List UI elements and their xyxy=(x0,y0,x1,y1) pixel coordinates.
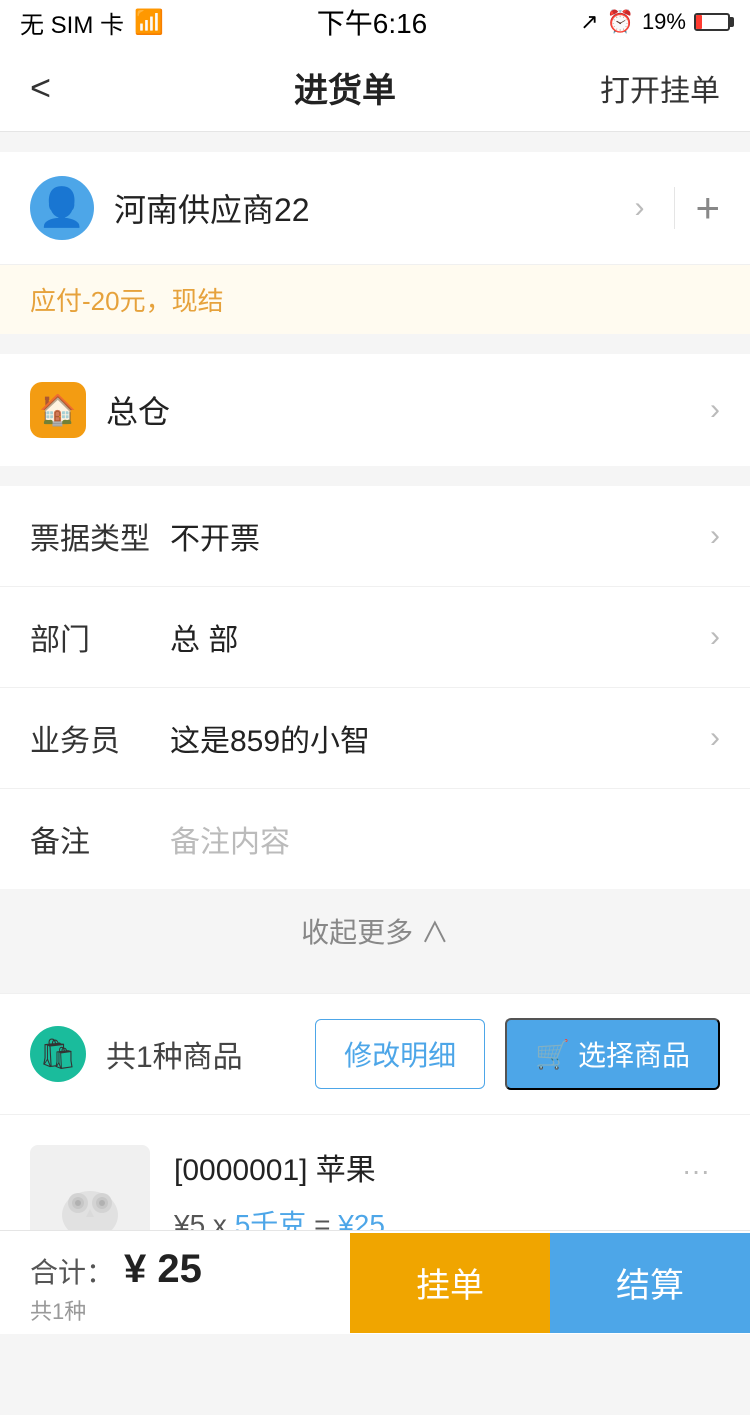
warehouse-chevron-icon: › xyxy=(710,393,720,427)
department-label: 部门 xyxy=(30,615,150,659)
sales-chevron-icon: › xyxy=(710,721,720,755)
section-gap-1 xyxy=(0,132,750,152)
invoice-type-row[interactable]: 票据类型 不开票 › xyxy=(0,486,750,586)
location-icon: ↗ xyxy=(580,9,598,35)
alarm-icon: ⏰ xyxy=(607,9,634,35)
product-more-button[interactable]: ··· xyxy=(672,1145,720,1197)
status-right: ↗ ⏰ 19% xyxy=(580,9,730,35)
section-gap-2 xyxy=(0,334,750,354)
salesperson-value: 这是859的小智 xyxy=(150,716,710,760)
wifi-icon: 📶 xyxy=(134,8,164,37)
section-gap-4 xyxy=(0,973,750,993)
supplier-row[interactable]: 👤 河南供应商22 › + xyxy=(0,152,750,265)
open-pending-button[interactable]: 打开挂单 xyxy=(600,66,720,110)
supplier-name: 河南供应商22 xyxy=(114,185,634,231)
status-time: 下午6:16 xyxy=(317,2,428,42)
status-left: 无 SIM 卡 📶 xyxy=(20,5,164,40)
payment-info-banner: 应付-20元，现结 xyxy=(0,265,750,334)
warehouse-icon: 🏠 xyxy=(30,382,86,438)
supplier-chevron-icon: › xyxy=(634,191,644,225)
invoice-chevron-icon: › xyxy=(710,519,720,553)
footer-total: 合计： ¥ 25 共1种 xyxy=(0,1231,350,1334)
form-section: 票据类型 不开票 › 部门 总 部 › 业务员 这是859的小智 › 备注 备注… xyxy=(0,486,750,889)
collapse-toggle[interactable]: 收起更多 ∧ xyxy=(0,889,750,973)
invoice-type-value: 不开票 xyxy=(150,514,710,558)
select-product-button[interactable]: 🛒 选择商品 xyxy=(505,1018,720,1090)
supplier-avatar: 👤 xyxy=(30,176,94,240)
dept-chevron-icon: › xyxy=(710,620,720,654)
product-name: [0000001] 苹果 xyxy=(174,1145,648,1189)
footer: 合计： ¥ 25 共1种 挂单 结算 xyxy=(0,1230,750,1334)
select-product-label: 选择商品 xyxy=(578,1034,690,1074)
products-icon: 🛍 xyxy=(30,1026,86,1082)
total-amount: ¥ 25 xyxy=(124,1247,202,1292)
department-row[interactable]: 部门 总 部 › xyxy=(0,586,750,687)
product-info: [0000001] 苹果 ¥5 x 5千克 = ¥25 xyxy=(174,1145,648,1243)
total-label: 合计： xyxy=(30,1251,114,1291)
products-header: 🛍 共1种商品 修改明细 🛒 选择商品 xyxy=(0,993,750,1114)
carrier-label: 无 SIM 卡 xyxy=(20,5,124,40)
product-title: 苹果 xyxy=(316,1154,376,1187)
section-gap-3 xyxy=(0,466,750,486)
remark-label: 备注 xyxy=(30,817,150,861)
supplier-section: 👤 河南供应商22 › + 应付-20元，现结 xyxy=(0,152,750,334)
edit-details-button[interactable]: 修改明细 xyxy=(315,1019,485,1089)
settle-button[interactable]: 结算 xyxy=(550,1233,750,1333)
add-supplier-button[interactable]: + xyxy=(674,187,720,229)
invoice-type-label: 票据类型 xyxy=(30,514,150,558)
page-title: 进货单 xyxy=(294,63,396,112)
total-row: 合计： ¥ 25 xyxy=(30,1247,320,1292)
product-code: [0000001] xyxy=(174,1154,316,1187)
remark-row[interactable]: 备注 备注内容 xyxy=(0,788,750,889)
nav-bar: < 进货单 打开挂单 xyxy=(0,44,750,132)
salesperson-row[interactable]: 业务员 这是859的小智 › xyxy=(0,687,750,788)
total-sub: 共1种 xyxy=(30,1294,320,1326)
salesperson-label: 业务员 xyxy=(30,716,150,760)
battery-icon xyxy=(694,13,730,31)
battery-percent: 19% xyxy=(642,9,686,35)
hang-button[interactable]: 挂单 xyxy=(350,1233,550,1333)
back-button[interactable]: < xyxy=(30,67,90,109)
warehouse-row[interactable]: 🏠 总仓 › xyxy=(0,354,750,466)
warehouse-name: 总仓 xyxy=(106,387,710,433)
department-value: 总 部 xyxy=(150,615,710,659)
remark-input[interactable]: 备注内容 xyxy=(150,817,720,861)
products-count: 共1种商品 xyxy=(106,1032,295,1076)
status-bar: 无 SIM 卡 📶 下午6:16 ↗ ⏰ 19% xyxy=(0,0,750,44)
cart-icon: 🛒 xyxy=(535,1038,570,1071)
